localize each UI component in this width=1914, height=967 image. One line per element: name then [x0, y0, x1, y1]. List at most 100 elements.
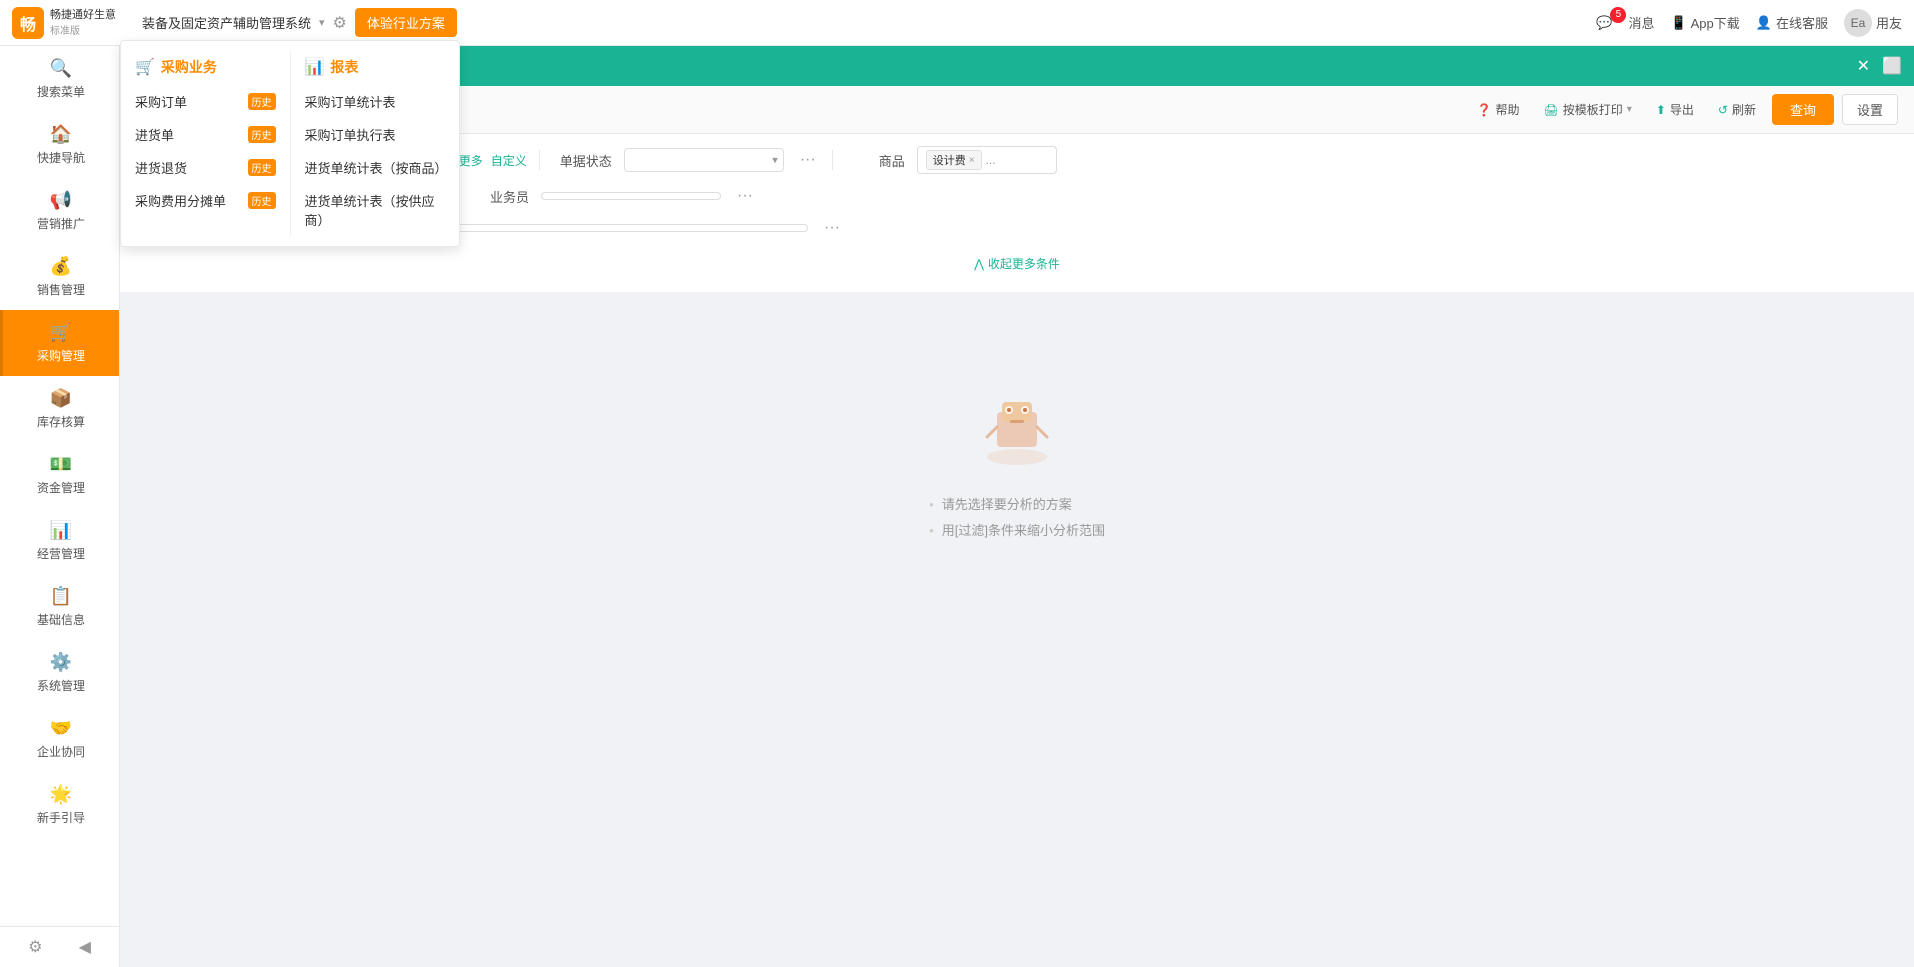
purchase-icon: 🛒 [50, 322, 72, 343]
mobile-icon: 📱 [1670, 15, 1686, 31]
header-right: 💬 5 消息 📱 App下载 👤 在线客服 Ea 用友 [1596, 9, 1902, 37]
sidebar-item-operations[interactable]: 📊 经营管理 [0, 508, 119, 574]
purchase-order-hist[interactable]: 历史 [248, 93, 276, 110]
salesman-ellipsis[interactable]: ··· [733, 187, 757, 205]
empty-hint-2: 用[过滤]条件来缩小分析范围 [942, 518, 1105, 544]
goods-input[interactable]: 设计费 × ... [917, 146, 1057, 174]
menu-item-purchase-order[interactable]: 采购订单 历史 [131, 85, 280, 118]
query-button[interactable]: 查询 [1772, 94, 1834, 125]
menu-item-order-stats[interactable]: 采购订单统计表 [301, 85, 450, 118]
coop-icon: 🤝 [50, 718, 72, 739]
status-select[interactable] [624, 148, 784, 172]
collapse-row[interactable]: ⋀ 收起更多条件 [136, 247, 1898, 280]
sales-icon: 💰 [50, 256, 72, 277]
goods-receipt-hist[interactable]: 历史 [248, 126, 276, 143]
app-download-item[interactable]: 📱 App下载 [1670, 13, 1739, 32]
purchase-order-label: 采购订单 [135, 92, 187, 111]
refresh-button[interactable]: ↺ 刷新 [1710, 97, 1764, 122]
menu-item-goods-return-left: 进货退货 [135, 158, 187, 177]
goods-return-hist[interactable]: 历史 [248, 159, 276, 176]
empty-hints: 请先选择要分析的方案 用[过滤]条件来缩小分析范围 [929, 492, 1105, 544]
order-stats-label: 采购订单统计表 [305, 92, 396, 111]
menu-item-goods-receipt-left: 进货单 [135, 125, 174, 144]
sidebar-label-purchase: 采购管理 [37, 347, 85, 364]
tab-window-expand-icon[interactable]: ⬜ [1882, 56, 1902, 76]
expense-alloc-hist[interactable]: 历史 [248, 192, 276, 209]
sidebar-collapse-icon[interactable]: ◀ [79, 937, 91, 957]
empty-hint-1: 请先选择要分析的方案 [942, 492, 1072, 518]
divider-1 [539, 150, 540, 170]
sidebar-item-sales[interactable]: 💰 销售管理 [0, 244, 119, 310]
salesman-label: 业务员 [469, 187, 529, 206]
message-item[interactable]: 💬 5 消息 [1596, 13, 1654, 32]
help-button[interactable]: ❓ 帮助 [1469, 97, 1528, 122]
menu-item-expense-alloc[interactable]: 采购费用分摊单 历史 [131, 184, 280, 217]
customer-ellipsis[interactable]: ··· [820, 219, 844, 237]
menu-item-goods-return[interactable]: 进货退货 历史 [131, 151, 280, 184]
industry-button[interactable]: 体验行业方案 [355, 8, 457, 37]
print-dropdown-icon[interactable]: ▾ [1627, 104, 1632, 115]
sidebar-item-guide[interactable]: 🌟 新手引导 [0, 772, 119, 838]
sidebar-item-inventory[interactable]: 📦 库存核算 [0, 376, 119, 442]
goods-label: 商品 [845, 151, 905, 170]
menu-item-order-exec[interactable]: 采购订单执行表 [301, 118, 450, 151]
business-header-icon: 🛒 [135, 57, 155, 77]
status-label: 单据状态 [552, 151, 612, 170]
status-ellipsis[interactable]: ··· [796, 151, 820, 169]
menu-item-goods-receipt[interactable]: 进货单 历史 [131, 118, 280, 151]
message-badge: 5 [1610, 7, 1626, 23]
sidebar-item-quicknav[interactable]: 🏠 快捷导航 [0, 112, 119, 178]
sidebar-label-operations: 经营管理 [37, 545, 85, 562]
sidebar-item-purchase[interactable]: 🛒 采购管理 [0, 310, 119, 376]
shortcut-more[interactable]: 更多 [459, 152, 483, 169]
export-button[interactable]: ⬆ 导出 [1648, 97, 1702, 122]
goods-more[interactable]: ... [986, 153, 996, 167]
tab-window-close-icon[interactable]: ✕ [1857, 56, 1870, 76]
export-label: 导出 [1670, 101, 1694, 118]
logo-text: 畅捷通好生意 [50, 8, 116, 22]
collapse-up-icon: ⋀ [974, 257, 984, 271]
report-header-label: 报表 [330, 57, 358, 77]
status-select-wrap[interactable] [624, 148, 784, 172]
online-service-item[interactable]: 👤 在线客服 [1756, 13, 1828, 32]
user-avatar: Ea [1844, 9, 1872, 37]
sidebar-label-basicinfo: 基础信息 [37, 611, 85, 628]
menu-header-business: 🛒 采购业务 [131, 51, 280, 85]
menu-col-report: 📊 报表 采购订单统计表 采购订单执行表 进货单统计表（按商品） 进货单统计表（… [290, 51, 460, 236]
header-middle: 装备及固定资产辅助管理系统 ▾ ⚙ 体验行业方案 [132, 8, 1596, 37]
sidebar-item-coop[interactable]: 🤝 企业协同 [0, 706, 119, 772]
goods-tag-close[interactable]: × [969, 155, 975, 166]
operations-icon: 📊 [50, 520, 72, 541]
menu-col-business: 🛒 采购业务 采购订单 历史 进货单 历史 进货退货 历史 采购费用分摊单 历史 [121, 51, 290, 236]
menu-item-receipt-stats-goods[interactable]: 进货单统计表（按商品） [301, 151, 450, 184]
message-label: 消息 [1628, 13, 1654, 32]
shortcut-custom[interactable]: 自定义 [491, 152, 527, 169]
order-exec-label: 采购订单执行表 [305, 125, 396, 144]
print-label: 按模板打印 [1563, 101, 1623, 118]
sidebar-item-search[interactable]: 🔍 搜索菜单 [0, 46, 119, 112]
menu-item-purchase-order-left: 采购订单 [135, 92, 187, 111]
menu-item-receipt-stats-supplier[interactable]: 进货单统计表（按供应商） [301, 184, 450, 236]
sidebar-item-system[interactable]: ⚙️ 系统管理 [0, 640, 119, 706]
sidebar-item-basicinfo[interactable]: 📋 基础信息 [0, 574, 119, 640]
goods-tag-text: 设计费 [933, 152, 966, 168]
settings-button[interactable]: 设置 [1842, 94, 1898, 125]
goods-receipt-label: 进货单 [135, 125, 174, 144]
sidebar-item-finance[interactable]: 💵 资金管理 [0, 442, 119, 508]
user-item[interactable]: Ea 用友 [1844, 9, 1902, 37]
sidebar-settings-icon[interactable]: ⚙ [28, 937, 42, 957]
salesman-input[interactable] [541, 192, 721, 200]
print-button[interactable]: 🖨 按模板打印 ▾ [1536, 97, 1640, 122]
report-header-icon: 📊 [305, 57, 325, 77]
sidebar-label-search: 搜索菜单 [37, 83, 85, 100]
system-dropdown-arrow[interactable]: ▾ [319, 16, 325, 29]
receipt-stats-goods-label: 进货单统计表（按商品） [305, 158, 446, 177]
system-icon: ⚙️ [50, 652, 72, 673]
sidebar-item-marketing[interactable]: 📢 营销推广 [0, 178, 119, 244]
refresh-icon: ↺ [1718, 103, 1728, 117]
sidebar-bottom: ⚙ ◀ [0, 926, 119, 967]
system-settings-icon[interactable]: ⚙ [333, 13, 347, 33]
sidebar-label-coop: 企业协同 [37, 743, 85, 760]
receipt-stats-supplier-label: 进货单统计表（按供应商） [305, 191, 446, 229]
system-title: 装备及固定资产辅助管理系统 [142, 13, 311, 32]
